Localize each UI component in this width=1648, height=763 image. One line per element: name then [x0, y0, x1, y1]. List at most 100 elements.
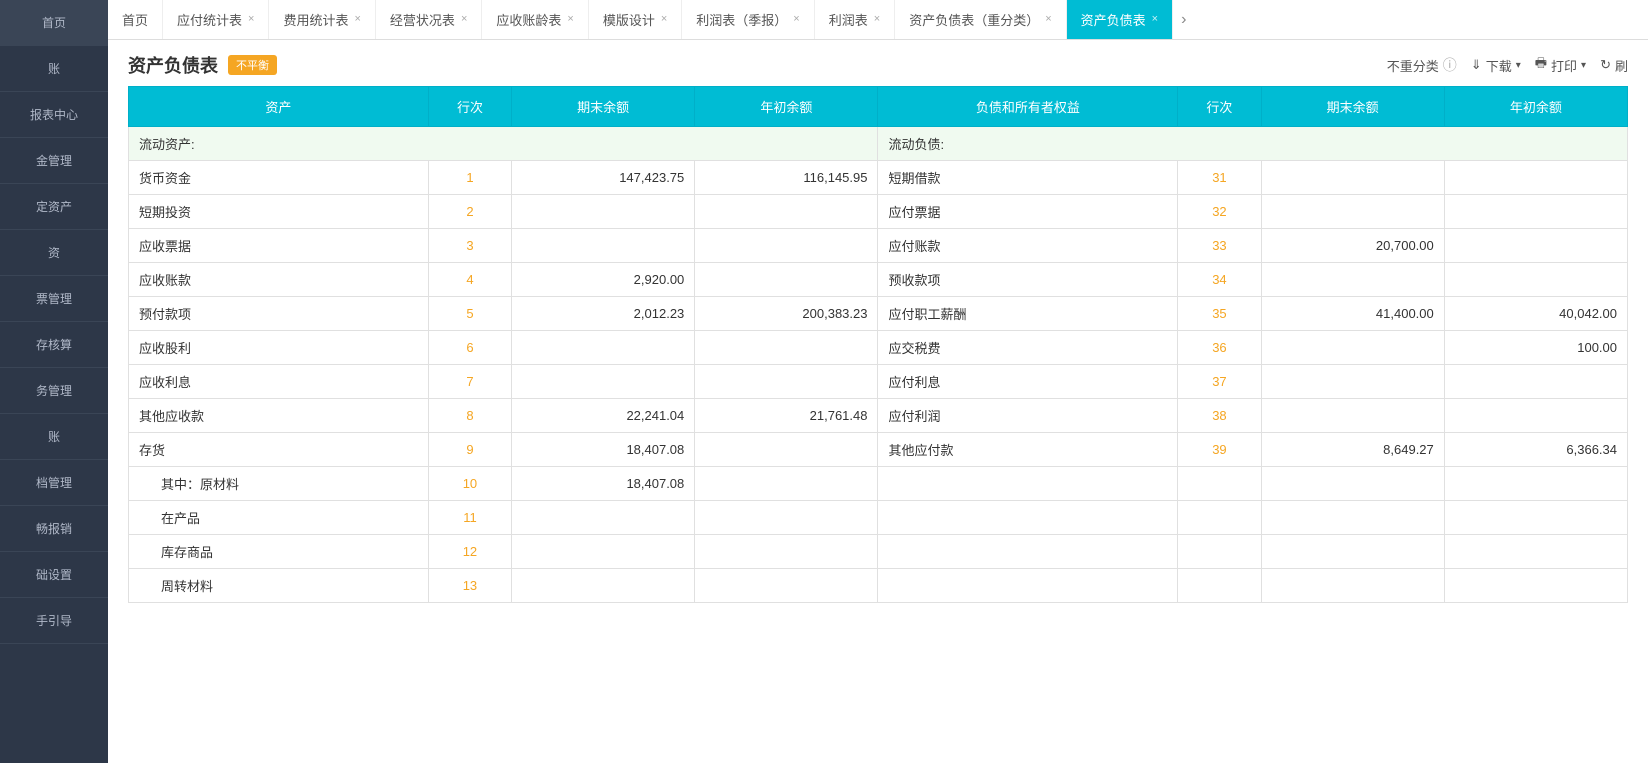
sidebar-item-home[interactable]: 首页	[0, 0, 108, 46]
print-btn[interactable]: 🖶 打印 ▾	[1535, 54, 1586, 76]
tab-profit-quarterly[interactable]: 利润表（季报） ×	[682, 0, 814, 40]
tab-balance-reclassified[interactable]: 资产负债表（重分类） ×	[895, 0, 1066, 40]
table-row: 预付款项 5 2,012.23 200,383.23 应付职工薪酬 35 41,…	[129, 297, 1628, 331]
tab-template-design-close[interactable]: ×	[661, 14, 667, 25]
tab-balance-sheet[interactable]: 资产负债表 ×	[1067, 0, 1173, 40]
tab-profit-table[interactable]: 利润表 ×	[815, 0, 895, 40]
tab-home-label: 首页	[122, 10, 148, 29]
table-wrapper: 资产 行次 期末余额 年初余额 负债和所有者权益 行次 期末余额 年初余额 流动…	[108, 86, 1648, 623]
liab-label: 应付票据	[878, 195, 1178, 229]
sidebar-item-ticket-mgmt[interactable]: 票管理	[0, 276, 108, 322]
sidebar-item-fixed-assets[interactable]: 定资产	[0, 184, 108, 230]
row-number: 10	[428, 467, 511, 501]
period-end-amount2: 20,700.00	[1261, 229, 1444, 263]
tab-operation-stat[interactable]: 经营状况表 ×	[376, 0, 482, 40]
row-number: 7	[428, 365, 511, 399]
tab-balance-reclassified-close[interactable]: ×	[1045, 14, 1051, 25]
sidebar: 首页 账 报表中心 金管理 定资产 资 票管理 存核算 务管理 账 档管理 畅报…	[0, 0, 108, 763]
period-end-amount2	[1261, 263, 1444, 297]
help-icon[interactable]: ⓘ	[1443, 55, 1457, 75]
year-start-amount	[695, 433, 878, 467]
year-start-amount: 21,761.48	[695, 399, 878, 433]
sidebar-item-guide[interactable]: 手引导	[0, 598, 108, 644]
period-end-amount2: 8,649.27	[1261, 433, 1444, 467]
row-number2: 34	[1178, 263, 1261, 297]
sidebar-item-investment[interactable]: 资	[0, 230, 108, 276]
tab-home[interactable]: 首页	[108, 0, 163, 40]
tab-operation-stat-close[interactable]: ×	[461, 14, 467, 25]
year-start-amount: 116,145.95	[695, 161, 878, 195]
download-arrow-icon: ▾	[1516, 60, 1521, 71]
sidebar-item-file-mgmt[interactable]: 档管理	[0, 460, 108, 506]
sidebar-item-sales[interactable]: 畅报销	[0, 506, 108, 552]
row-number2	[1178, 467, 1261, 501]
row-number: 9	[428, 433, 511, 467]
tab-profit-quarterly-close[interactable]: ×	[793, 14, 799, 25]
year-start-amount	[695, 569, 878, 603]
tab-balance-sheet-close[interactable]: ×	[1152, 14, 1158, 25]
row-number: 8	[428, 399, 511, 433]
year-start-amount2	[1444, 467, 1627, 501]
row-number2: 33	[1178, 229, 1261, 263]
year-start-amount	[695, 263, 878, 297]
tab-receivable-aging[interactable]: 应收账龄表 ×	[482, 0, 588, 40]
row-number2: 39	[1178, 433, 1261, 467]
year-start-amount2: 6,366.34	[1444, 433, 1627, 467]
refresh-btn[interactable]: ↻ 刷	[1600, 56, 1628, 75]
liab-label: 应付职工薪酬	[878, 297, 1178, 331]
tab-more-button[interactable]: ›	[1173, 11, 1194, 29]
header-row-num: 行次	[428, 87, 511, 127]
content-area: 资产负债表 不平衡 不重分类 ⓘ ⇓ 下载 ▾ 🖶 打印 ▾	[108, 40, 1648, 763]
table-row: 其中：原材料 10 18,407.08	[129, 467, 1628, 501]
period-end-amount2	[1261, 195, 1444, 229]
refresh-icon: ↻	[1600, 57, 1611, 73]
unbalanced-badge: 不平衡	[228, 55, 277, 75]
sidebar-item-report-center[interactable]: 报表中心	[0, 92, 108, 138]
row-number: 11	[428, 501, 511, 535]
asset-label: 预付款项	[129, 297, 429, 331]
tab-profit-table-close[interactable]: ×	[874, 14, 880, 25]
download-btn[interactable]: ⇓ 下载 ▾	[1471, 56, 1521, 75]
sidebar-item-tax-mgmt[interactable]: 务管理	[0, 368, 108, 414]
sidebar-item-inventory-calc[interactable]: 存核算	[0, 322, 108, 368]
year-start-amount	[695, 467, 878, 501]
tab-payable-stat-close[interactable]: ×	[248, 14, 254, 25]
tab-payable-stat[interactable]: 应付统计表 ×	[163, 0, 269, 40]
liab-label	[878, 535, 1178, 569]
row-number: 6	[428, 331, 511, 365]
asset-label: 其中：原材料	[129, 467, 429, 501]
year-start-amount: 200,383.23	[695, 297, 878, 331]
tab-expense-stat[interactable]: 费用统计表 ×	[269, 0, 375, 40]
print-icon: 🖶	[1535, 54, 1547, 76]
sidebar-item-bank-reconcile[interactable]: 账	[0, 414, 108, 460]
period-end-amount: 2,920.00	[512, 263, 695, 297]
period-end-amount	[512, 501, 695, 535]
year-start-amount2	[1444, 161, 1627, 195]
sidebar-item-basic-settings[interactable]: 础设置	[0, 552, 108, 598]
tab-receivable-aging-close[interactable]: ×	[567, 14, 573, 25]
no-reclassify-btn[interactable]: 不重分类 ⓘ	[1387, 55, 1457, 75]
sidebar-item-ledger[interactable]: 账	[0, 46, 108, 92]
tab-template-design[interactable]: 模版设计 ×	[589, 0, 682, 40]
row-number: 13	[428, 569, 511, 603]
period-end-amount	[512, 229, 695, 263]
section-liab-label: 流动负债:	[878, 127, 1628, 161]
year-start-amount	[695, 229, 878, 263]
tab-expense-stat-close[interactable]: ×	[354, 14, 360, 25]
main-area: 首页 应付统计表 × 费用统计表 × 经营状况表 × 应收账龄表 × 模版设计 …	[108, 0, 1648, 763]
toolbar-right: 不重分类 ⓘ ⇓ 下载 ▾ 🖶 打印 ▾ ↻ 刷	[1387, 54, 1628, 76]
table-header-row: 资产 行次 期末余额 年初余额 负债和所有者权益 行次 期末余额 年初余额	[129, 87, 1628, 127]
liab-label	[878, 501, 1178, 535]
period-end-amount	[512, 365, 695, 399]
refresh-label: 刷	[1615, 56, 1628, 75]
sidebar-item-fund-mgmt[interactable]: 金管理	[0, 138, 108, 184]
tab-balance-reclassified-label: 资产负债表（重分类）	[909, 10, 1039, 29]
year-start-amount	[695, 331, 878, 365]
year-start-amount2: 100.00	[1444, 331, 1627, 365]
row-number: 2	[428, 195, 511, 229]
tab-balance-sheet-label: 资产负债表	[1081, 10, 1146, 29]
table-row: 货币资金 1 147,423.75 116,145.95 短期借款 31	[129, 161, 1628, 195]
page-header: 资产负债表 不平衡 不重分类 ⓘ ⇓ 下载 ▾ 🖶 打印 ▾	[108, 40, 1648, 86]
asset-label: 应收股利	[129, 331, 429, 365]
header-period-end: 期末余额	[512, 87, 695, 127]
